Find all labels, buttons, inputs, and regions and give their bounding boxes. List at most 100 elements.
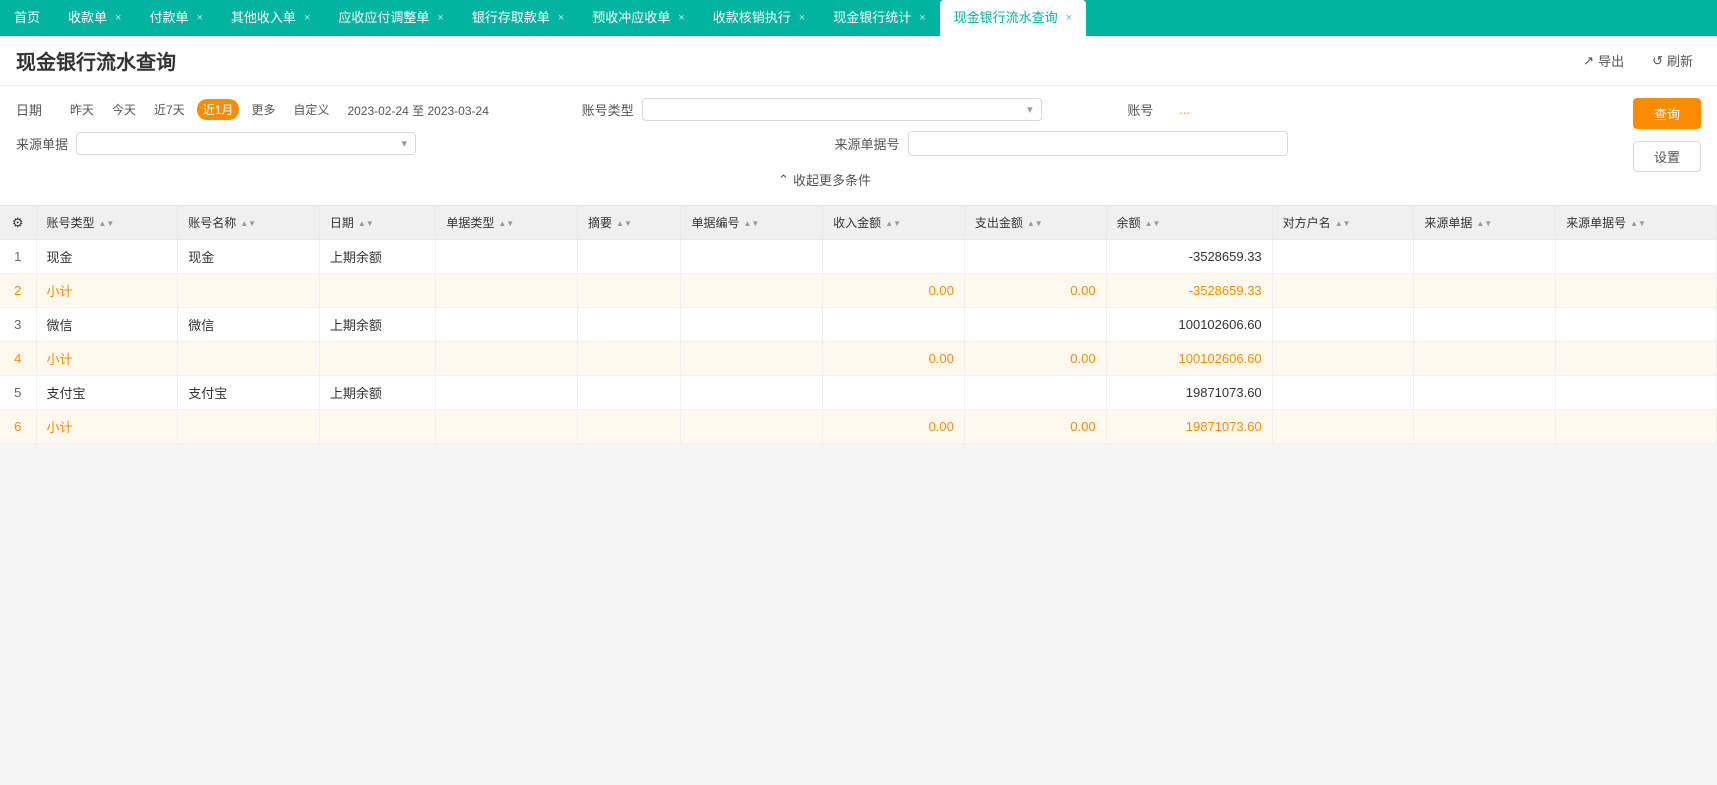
close-tab-icon[interactable]: × <box>437 0 443 36</box>
gear-icon[interactable]: ⚙ <box>12 215 24 230</box>
close-tab-icon[interactable]: × <box>799 0 805 36</box>
close-tab-icon[interactable]: × <box>304 0 310 36</box>
cell-doc_type <box>436 342 578 376</box>
close-tab-icon[interactable]: × <box>919 0 925 36</box>
cell-doc_type <box>436 410 578 444</box>
date-option-1[interactable]: 今天 <box>106 99 142 120</box>
col-header-doc_num: 单据编号▲▼ <box>681 206 823 240</box>
collapse-icon: ⌃ <box>778 172 789 188</box>
row-num: 2 <box>0 274 36 308</box>
date-options: 昨天今天近7天近1月更多自定义 <box>64 99 335 120</box>
cell-doc_num <box>681 376 823 410</box>
sort-icon[interactable]: ▲▼ <box>1476 219 1492 228</box>
cell-source_doc_num <box>1556 376 1717 410</box>
sort-icon[interactable]: ▲▼ <box>1145 219 1161 228</box>
sort-icon[interactable]: ▲▼ <box>1335 219 1351 228</box>
cell-date: 上期余额 <box>319 308 435 342</box>
close-tab-icon[interactable]: × <box>196 0 202 36</box>
nav-tab-3[interactable]: 应收应付调整单× <box>324 0 457 36</box>
close-tab-icon[interactable]: × <box>115 0 121 36</box>
cell-expense: 0.00 <box>964 274 1106 308</box>
cell-expense <box>964 308 1106 342</box>
cell-summary <box>578 240 681 274</box>
cell-source_doc_num <box>1556 410 1717 444</box>
col-header-balance: 余额▲▼ <box>1106 206 1272 240</box>
sort-icon[interactable]: ▲▼ <box>498 219 514 228</box>
source-doc-num-input[interactable] <box>908 131 1288 156</box>
sort-icon[interactable]: ▲▼ <box>358 219 374 228</box>
cell-doc_num <box>681 410 823 444</box>
cell-balance: 19871073.60 <box>1106 410 1272 444</box>
cell-income <box>823 376 965 410</box>
col-header-date: 日期▲▼ <box>319 206 435 240</box>
cell-counterpart <box>1272 342 1414 376</box>
cell-account_type: 支付宝 <box>36 376 178 410</box>
cell-expense <box>964 376 1106 410</box>
col-header-source_doc_num: 来源单据号▲▼ <box>1556 206 1717 240</box>
cell-account_name <box>178 410 320 444</box>
account-type-select[interactable]: ▾ <box>642 98 1042 121</box>
cell-account_name <box>178 274 320 308</box>
nav-tab-8[interactable]: 现金银行流水查询× <box>940 0 1086 36</box>
date-filter-group: 日期 昨天今天近7天近1月更多自定义 2023-02-24 至 2023-03-… <box>16 99 502 120</box>
close-tab-icon[interactable]: × <box>558 0 564 36</box>
nav-tab-0[interactable]: 收款单× <box>54 0 135 36</box>
date-option-0[interactable]: 昨天 <box>64 99 100 120</box>
date-option-2[interactable]: 近7天 <box>148 99 191 120</box>
refresh-button[interactable]: ↺ 刷新 <box>1644 47 1701 74</box>
query-button[interactable]: 查询 <box>1633 98 1701 129</box>
sort-icon[interactable]: ▲▼ <box>240 219 256 228</box>
collapse-bar[interactable]: ⌃ 收起更多条件 <box>16 166 1633 193</box>
date-option-3[interactable]: 近1月 <box>197 99 240 120</box>
table-row: 5支付宝支付宝上期余额19871073.60 <box>0 376 1717 410</box>
cell-account_type: 小计 <box>36 410 178 444</box>
cell-counterpart <box>1272 410 1414 444</box>
account-label: 账号 <box>1127 100 1167 119</box>
source-doc-select[interactable]: ▾ <box>76 132 416 155</box>
cell-source_doc <box>1414 410 1556 444</box>
cell-balance: -3528659.33 <box>1106 274 1272 308</box>
cell-balance: -3528659.33 <box>1106 240 1272 274</box>
date-option-4[interactable]: 更多 <box>245 99 281 120</box>
cell-doc_num <box>681 274 823 308</box>
source-doc-label: 来源单据 <box>16 134 68 153</box>
cell-doc_type <box>436 240 578 274</box>
cell-expense: 0.00 <box>964 410 1106 444</box>
account-type-label: 账号类型 <box>582 100 634 119</box>
cell-source_doc <box>1414 342 1556 376</box>
nav-tab-1[interactable]: 付款单× <box>135 0 216 36</box>
cell-balance: 100102606.60 <box>1106 308 1272 342</box>
col-header-counterpart: 对方户名▲▼ <box>1272 206 1414 240</box>
col-header-account_type: 账号类型▲▼ <box>36 206 178 240</box>
nav-tab-7[interactable]: 现金银行统计× <box>819 0 939 36</box>
nav-tab-2[interactable]: 其他收入单× <box>217 0 324 36</box>
cell-counterpart <box>1272 308 1414 342</box>
sort-icon[interactable]: ▲▼ <box>1630 219 1646 228</box>
sort-icon[interactable]: ▲▼ <box>1027 219 1043 228</box>
settings-button[interactable]: 设置 <box>1633 141 1701 172</box>
sort-icon[interactable]: ▲▼ <box>743 219 759 228</box>
table-container: ⚙账号类型▲▼账号名称▲▼日期▲▼单据类型▲▼摘要▲▼单据编号▲▼收入金额▲▼支… <box>0 206 1717 444</box>
export-icon: ↗ <box>1583 53 1594 69</box>
cell-source_doc_num <box>1556 308 1717 342</box>
close-tab-icon[interactable]: × <box>1066 0 1072 36</box>
close-tab-icon[interactable]: × <box>678 0 684 36</box>
account-type-filter-group: 账号类型 ▾ <box>582 98 1068 121</box>
sort-icon[interactable]: ▲▼ <box>885 219 901 228</box>
filter-section: 日期 昨天今天近7天近1月更多自定义 2023-02-24 至 2023-03-… <box>0 86 1717 206</box>
nav-tab-5[interactable]: 预收冲应收单× <box>578 0 698 36</box>
sort-icon[interactable]: ▲▼ <box>99 219 115 228</box>
nav-home[interactable]: 首页 <box>0 0 54 36</box>
nav-tab-6[interactable]: 收款核销执行× <box>699 0 819 36</box>
cell-counterpart <box>1272 376 1414 410</box>
date-option-5[interactable]: 自定义 <box>287 99 335 120</box>
sort-icon[interactable]: ▲▼ <box>616 219 632 228</box>
nav-tab-4[interactable]: 银行存取款单× <box>458 0 578 36</box>
cell-income: 0.00 <box>823 274 965 308</box>
ellipsis-button[interactable]: ... <box>1175 102 1194 117</box>
export-button[interactable]: ↗ 导出 <box>1575 47 1632 74</box>
row-num: 6 <box>0 410 36 444</box>
cell-account_name <box>178 342 320 376</box>
cell-source_doc <box>1414 376 1556 410</box>
col-header-doc_type: 单据类型▲▼ <box>436 206 578 240</box>
